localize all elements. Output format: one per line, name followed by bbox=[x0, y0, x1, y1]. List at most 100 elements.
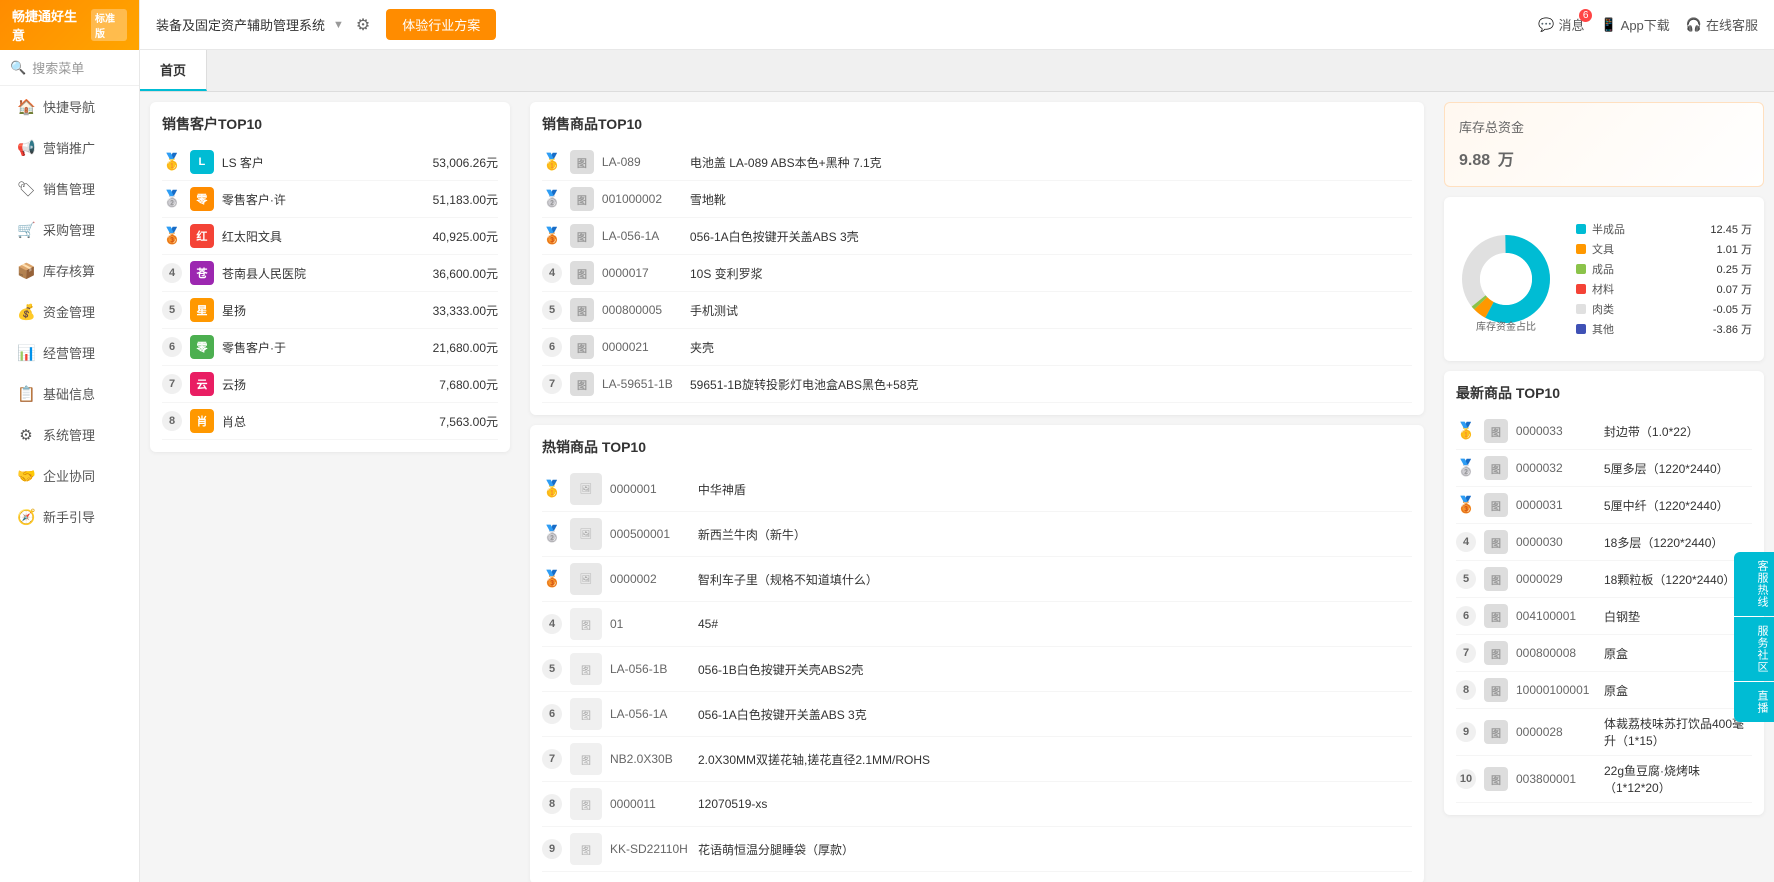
avatar: 苍 bbox=[190, 261, 214, 285]
sidebar-item-basic[interactable]: 📋基础信息 bbox=[0, 373, 139, 414]
legend-value: 0.25 万 bbox=[1717, 261, 1752, 277]
legend-value: 12.45 万 bbox=[1710, 221, 1752, 237]
rank-number: 4 bbox=[542, 614, 562, 634]
sidebar-item-company[interactable]: 🤝企业协同 bbox=[0, 455, 139, 496]
rank-number: 5 bbox=[162, 300, 182, 320]
sidebar-item-inventory[interactable]: 📦库存核算 bbox=[0, 250, 139, 291]
marketing-label: 营销推广 bbox=[43, 138, 95, 157]
sidebar-item-sales[interactable]: 🏷销售管理 bbox=[0, 168, 139, 209]
product-image: 图 bbox=[570, 698, 602, 730]
sidebar-item-guide[interactable]: 🧭 新手引导 bbox=[0, 496, 139, 537]
product-code: KK-SD22110H bbox=[610, 842, 690, 856]
product-avatar: 图 bbox=[1484, 767, 1508, 791]
product-name: 12070519-xs bbox=[698, 797, 1412, 811]
avatar: 星 bbox=[190, 298, 214, 322]
sales-products-list: 🥇 图 LA-089 电池盖 LA-089 ABS本色+黑种 7.1克 🥈 图 … bbox=[542, 144, 1412, 403]
new-products-title-text: 最新商品 TOP10 bbox=[1456, 383, 1560, 403]
customer-name: 红太阳文具 bbox=[222, 228, 425, 245]
customer-name: 零售客户·于 bbox=[222, 339, 425, 356]
medal-icon: 🥇 bbox=[1456, 421, 1476, 441]
sidebar-item-purchase[interactable]: 🛒采购管理 bbox=[0, 209, 139, 250]
table-row: 🥈 🖼 000500001 新西兰牛肉（新牛） bbox=[542, 512, 1412, 557]
rank-number: 7 bbox=[542, 749, 562, 769]
new-products-card: 最新商品 TOP10 🥇 图 0000033 封边带（1.0*22） 🥈 图 0… bbox=[1444, 371, 1764, 815]
system-label: 系统管理 bbox=[43, 425, 95, 444]
float-service-btn[interactable]: 服务社区 bbox=[1734, 617, 1774, 681]
sidebar-item-finance[interactable]: 💰资金管理 bbox=[0, 291, 139, 332]
medal-icon: 🥉 bbox=[542, 226, 562, 246]
legend-name: 材料 bbox=[1592, 281, 1711, 297]
rank-number: 6 bbox=[1456, 606, 1476, 626]
table-row: 9 图 KK-SD22110H 花语萌恒温分腿睡袋（厚款） bbox=[542, 827, 1412, 872]
product-name: 5厘中纤（1220*2440） bbox=[1604, 497, 1752, 514]
product-code: 000800005 bbox=[602, 303, 682, 317]
table-row: 6 图 0000021 夹壳 bbox=[542, 329, 1412, 366]
top-customers-title-text: 销售客户TOP10 bbox=[162, 114, 262, 134]
table-row: 6 图 LA-056-1A 056-1A白色按键开关盖ABS 3克 bbox=[542, 692, 1412, 737]
main-wrapper: 装备及固定资产辅助管理系统 ▼ ⚙ 体验行业方案 💬 消息 6 📱 App下载 … bbox=[140, 0, 1774, 882]
online-service-btn[interactable]: 🎧 在线客服 bbox=[1686, 15, 1758, 34]
sidebar-nav: 🏠快捷导航📢营销推广🏷销售管理🛒采购管理📦库存核算💰资金管理📊经营管理📋基础信息… bbox=[0, 86, 139, 882]
avatar: 云 bbox=[190, 372, 214, 396]
table-row: 5 图 000800005 手机测试 bbox=[542, 292, 1412, 329]
top-customers-title: 销售客户TOP10 bbox=[162, 114, 498, 134]
table-row: 9 图 0000028 体裁荔枝味苏打饮品400毫升（1*15） bbox=[1456, 709, 1752, 756]
product-name: 雪地靴 bbox=[690, 191, 1412, 208]
medal-icon: 🥈 bbox=[1456, 458, 1476, 478]
guide-label: 新手引导 bbox=[43, 507, 95, 526]
message-btn[interactable]: 💬 消息 6 bbox=[1538, 15, 1584, 34]
new-products-list: 🥇 图 0000033 封边带（1.0*22） 🥈 图 0000032 5厘多层… bbox=[1456, 413, 1752, 803]
float-service-btn[interactable]: 直播 bbox=[1734, 682, 1774, 722]
sales-label: 销售管理 bbox=[43, 179, 95, 198]
tab-home[interactable]: 首页 bbox=[140, 50, 207, 91]
customer-value: 7,680.00元 bbox=[439, 376, 498, 393]
guide-icon: 🧭 bbox=[17, 508, 35, 526]
search-menu[interactable]: 🔍 搜索菜单 bbox=[0, 50, 139, 86]
app-download-btn[interactable]: 📱 App下载 bbox=[1600, 15, 1669, 34]
rank-number: 6 bbox=[162, 337, 182, 357]
table-row: 7 图 000800008 原盒 bbox=[1456, 635, 1752, 672]
nav-tabs: 首页 bbox=[140, 50, 1774, 92]
online-service-label: 在线客服 bbox=[1706, 15, 1758, 34]
rank-number: 4 bbox=[1456, 532, 1476, 552]
table-row: 🥉 🖼 0000002 智利车子里（规格不知道填什么） bbox=[542, 557, 1412, 602]
table-row: 🥉 图 0000031 5厘中纤（1220*2440） bbox=[1456, 487, 1752, 524]
product-avatar: 图 bbox=[1484, 493, 1508, 517]
sidebar-item-operation[interactable]: 📊经营管理 bbox=[0, 332, 139, 373]
company-label: 企业协同 bbox=[43, 466, 95, 485]
system-name: 装备及固定资产辅助管理系统 bbox=[156, 15, 325, 34]
sidebar-item-system[interactable]: ⚙ 系统管理 bbox=[0, 414, 139, 455]
product-code: 0000021 bbox=[602, 340, 682, 354]
product-name: 22g鱼豆腐·烧烤味（1*12*20） bbox=[1604, 762, 1752, 796]
topbar-right: 💬 消息 6 📱 App下载 🎧 在线客服 bbox=[1538, 15, 1758, 34]
try-button[interactable]: 体验行业方案 bbox=[386, 9, 496, 40]
message-icon: 💬 bbox=[1538, 17, 1554, 33]
product-code: 0000011 bbox=[610, 797, 690, 811]
product-image: 图 bbox=[570, 743, 602, 775]
sidebar-item-marketing[interactable]: 📢营销推广 bbox=[0, 127, 139, 168]
system-selector[interactable]: 装备及固定资产辅助管理系统 ▼ bbox=[156, 15, 344, 34]
product-code: 0000030 bbox=[1516, 535, 1596, 549]
table-row: 🥈 图 001000002 雪地靴 bbox=[542, 181, 1412, 218]
float-service-btn[interactable]: 客服热线 bbox=[1734, 552, 1774, 616]
avatar: L bbox=[190, 150, 214, 174]
product-code: 0000029 bbox=[1516, 572, 1596, 586]
settings-icon[interactable]: ⚙ bbox=[356, 15, 370, 35]
product-code: 001000002 bbox=[602, 192, 682, 206]
product-avatar: 图 bbox=[1484, 641, 1508, 665]
table-row: 🥈 图 0000032 5厘多层（1220*2440） bbox=[1456, 450, 1752, 487]
rank-number: 6 bbox=[542, 337, 562, 357]
product-code: 0000001 bbox=[610, 482, 690, 496]
product-name: 体裁荔枝味苏打饮品400毫升（1*15） bbox=[1604, 715, 1752, 749]
sidebar-item-quick-nav[interactable]: 🏠快捷导航 bbox=[0, 86, 139, 127]
legend-color bbox=[1576, 304, 1586, 314]
rank-number: 8 bbox=[1456, 680, 1476, 700]
table-row: 4 图 01 45# bbox=[542, 602, 1412, 647]
list-item: 文具 1.01 万 bbox=[1576, 239, 1752, 259]
legend-name: 其他 bbox=[1592, 321, 1707, 337]
medal-icon: 🥉 bbox=[542, 569, 562, 589]
avatar: 肖 bbox=[190, 409, 214, 433]
system-icon: ⚙ bbox=[17, 426, 35, 444]
product-avatar: 图 bbox=[1484, 678, 1508, 702]
product-code: 0000032 bbox=[1516, 461, 1596, 475]
